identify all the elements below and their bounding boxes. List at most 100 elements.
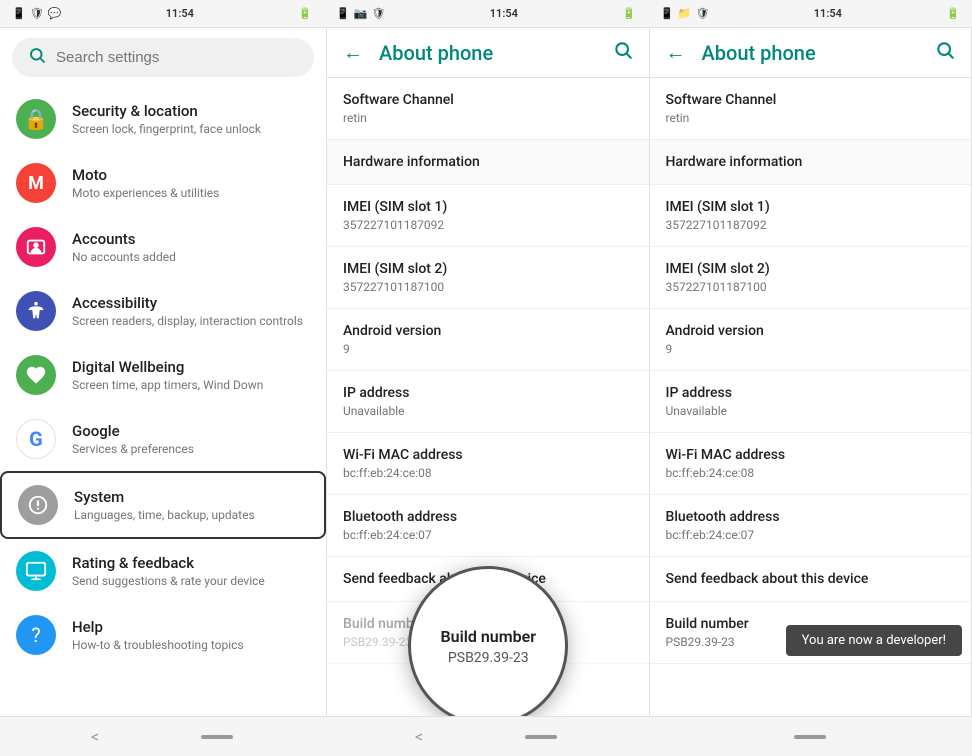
about-item-bt-value-2: bc:ff:eb:24:ce:07 xyxy=(666,528,956,542)
nav-home-3[interactable] xyxy=(794,735,826,739)
about-item-android-title-2: Android version xyxy=(666,323,956,339)
battery-icon-2: 🔋 xyxy=(622,7,636,20)
help-subtitle: How-to & troubleshooting topics xyxy=(72,638,310,652)
settings-panel: 🔒 Security & location Screen lock, finge… xyxy=(0,28,327,716)
security-text: Security & location Screen lock, fingerp… xyxy=(72,102,310,136)
about-item-bt-value-1: bc:ff:eb:24:ce:07 xyxy=(343,528,633,542)
hardware-section-title-1: Hardware information xyxy=(343,154,633,170)
about-item-sw-value-2: retin xyxy=(666,111,956,125)
main-content: 🔒 Security & location Screen lock, finge… xyxy=(0,28,972,716)
sidebar-item-system[interactable]: System Languages, time, backup, updates xyxy=(0,471,326,539)
about-item-android-value-1: 9 xyxy=(343,342,633,356)
about-item-android-title-1: Android version xyxy=(343,323,633,339)
nav-segment-3 xyxy=(648,717,972,756)
about-item-imei1-title-2: IMEI (SIM slot 1) xyxy=(666,199,956,215)
about-item-software-channel-2[interactable]: Software Channel retin xyxy=(650,78,972,140)
about-item-android-1[interactable]: Android version 9 xyxy=(327,309,649,371)
status-icon-shield-3: 🛡 xyxy=(695,7,709,20)
hardware-section-title-2: Hardware information xyxy=(666,154,956,170)
status-segment-3: 📱 📁 🛡 11:54 🔋 xyxy=(648,0,972,27)
google-icon: G xyxy=(16,419,56,459)
about-item-imei1-2[interactable]: IMEI (SIM slot 1) 357227101187092 xyxy=(650,185,972,247)
about-item-ip-2[interactable]: IP address Unavailable xyxy=(650,371,972,433)
about-item-ip-value-1: Unavailable xyxy=(343,404,633,418)
sidebar-item-rating[interactable]: Rating & feedback Send suggestions & rat… xyxy=(0,539,326,603)
about-item-imei1-value-1: 357227101187092 xyxy=(343,218,633,232)
status-time-1: 11:54 xyxy=(166,7,194,20)
about-search-icon-2[interactable] xyxy=(935,40,955,65)
digital-wellbeing-subtitle: Screen time, app timers, Wind Down xyxy=(72,378,310,392)
battery-icon-1: 🔋 xyxy=(298,7,312,20)
about-item-feedback-2[interactable]: Send feedback about this device xyxy=(650,557,972,602)
status-segment-2: 📱 📷 🛡 11:54 🔋 xyxy=(324,0,648,27)
back-button-1[interactable]: ← xyxy=(343,40,363,65)
about-title-1: About phone xyxy=(379,41,597,65)
sidebar-item-moto[interactable]: M Moto Moto experiences & utilities xyxy=(0,151,326,215)
about-item-wifi-2[interactable]: Wi-Fi MAC address bc:ff:eb:24:ce:08 xyxy=(650,433,972,495)
sidebar-item-google[interactable]: G Google Services & preferences xyxy=(0,407,326,471)
digital-wellbeing-text: Digital Wellbeing Screen time, app timer… xyxy=(72,358,310,392)
build-circle-title: Build number xyxy=(440,627,536,646)
nav-home-1[interactable] xyxy=(201,735,233,739)
about-panel-1-container: ← About phone Software Channel retin Har… xyxy=(327,28,650,716)
nav-back-1[interactable]: < xyxy=(91,727,99,746)
rating-icon xyxy=(16,551,56,591)
status-icons-left-1: 📱 🛡 💬 xyxy=(12,7,61,20)
build-number-circle: Build number PSB29.39-23 xyxy=(408,566,568,716)
about-item-imei1-value-2: 357227101187092 xyxy=(666,218,956,232)
about-search-icon-1[interactable] xyxy=(613,40,633,65)
status-icons-left-3: 📱 📁 🛡 xyxy=(660,7,709,20)
about-item-sw-title-2: Software Channel xyxy=(666,92,956,108)
about-item-ip-value-2: Unavailable xyxy=(666,404,956,418)
google-subtitle: Services & preferences xyxy=(72,442,310,456)
sidebar-item-accessibility[interactable]: Accessibility Screen readers, display, i… xyxy=(0,279,326,343)
build-circle-value: PSB29.39-23 xyxy=(448,650,529,666)
about-item-wifi-title-2: Wi-Fi MAC address xyxy=(666,447,956,463)
status-segment-1: 📱 🛡 💬 11:54 🔋 xyxy=(0,0,324,27)
google-title: Google xyxy=(72,422,310,440)
status-bar: 📱 🛡 💬 11:54 🔋 📱 📷 🛡 11:54 🔋 📱 📁 🛡 11:54 … xyxy=(0,0,972,28)
back-button-2[interactable]: ← xyxy=(666,40,686,65)
sidebar-item-help[interactable]: ? Help How-to & troubleshooting topics xyxy=(0,603,326,667)
about-item-imei1-1[interactable]: IMEI (SIM slot 1) 357227101187092 xyxy=(327,185,649,247)
about-item-wifi-title-1: Wi-Fi MAC address xyxy=(343,447,633,463)
search-input[interactable] xyxy=(56,49,298,66)
system-subtitle: Languages, time, backup, updates xyxy=(74,508,308,522)
digital-wellbeing-title: Digital Wellbeing xyxy=(72,358,310,376)
settings-list: 🔒 Security & location Screen lock, finge… xyxy=(0,87,326,716)
sidebar-item-digital-wellbeing[interactable]: Digital Wellbeing Screen time, app timer… xyxy=(0,343,326,407)
about-item-imei2-1[interactable]: IMEI (SIM slot 2) 357227101187100 xyxy=(327,247,649,309)
about-item-android-2[interactable]: Android version 9 xyxy=(650,309,972,371)
accounts-title: Accounts xyxy=(72,230,310,248)
search-bar[interactable] xyxy=(12,38,314,77)
about-list-2: Software Channel retin Hardware informat… xyxy=(650,78,972,716)
status-icon-phone-2: 📱 xyxy=(336,7,350,20)
security-subtitle: Screen lock, fingerprint, face unlock xyxy=(72,122,310,136)
moto-subtitle: Moto experiences & utilities xyxy=(72,186,310,200)
about-item-bt-title-2: Bluetooth address xyxy=(666,509,956,525)
accounts-icon xyxy=(16,227,56,267)
about-item-wifi-value-2: bc:ff:eb:24:ce:08 xyxy=(666,466,956,480)
nav-segment-1: < xyxy=(0,717,324,756)
help-icon: ? xyxy=(16,615,56,655)
status-icon-folder-3: 📁 xyxy=(678,7,692,20)
about-item-imei2-2[interactable]: IMEI (SIM slot 2) 357227101187100 xyxy=(650,247,972,309)
nav-home-2[interactable] xyxy=(525,735,557,739)
about-item-bt-1[interactable]: Bluetooth address bc:ff:eb:24:ce:07 xyxy=(327,495,649,557)
moto-icon: M xyxy=(16,163,56,203)
search-icon xyxy=(28,46,46,69)
security-icon: 🔒 xyxy=(16,99,56,139)
nav-bar: < < xyxy=(0,716,972,756)
status-icon-phone-3: 📱 xyxy=(660,7,674,20)
sidebar-item-accounts[interactable]: Accounts No accounts added xyxy=(0,215,326,279)
sidebar-item-security[interactable]: 🔒 Security & location Screen lock, finge… xyxy=(0,87,326,151)
about-item-software-channel-1[interactable]: Software Channel retin xyxy=(327,78,649,140)
status-time-2: 11:54 xyxy=(490,7,518,20)
about-item-bt-2[interactable]: Bluetooth address bc:ff:eb:24:ce:07 xyxy=(650,495,972,557)
accessibility-icon xyxy=(16,291,56,331)
about-item-feedback-title-2: Send feedback about this device xyxy=(666,571,956,587)
accounts-text: Accounts No accounts added xyxy=(72,230,310,264)
nav-back-2[interactable]: < xyxy=(415,727,423,746)
about-item-ip-1[interactable]: IP address Unavailable xyxy=(327,371,649,433)
about-item-wifi-1[interactable]: Wi-Fi MAC address bc:ff:eb:24:ce:08 xyxy=(327,433,649,495)
